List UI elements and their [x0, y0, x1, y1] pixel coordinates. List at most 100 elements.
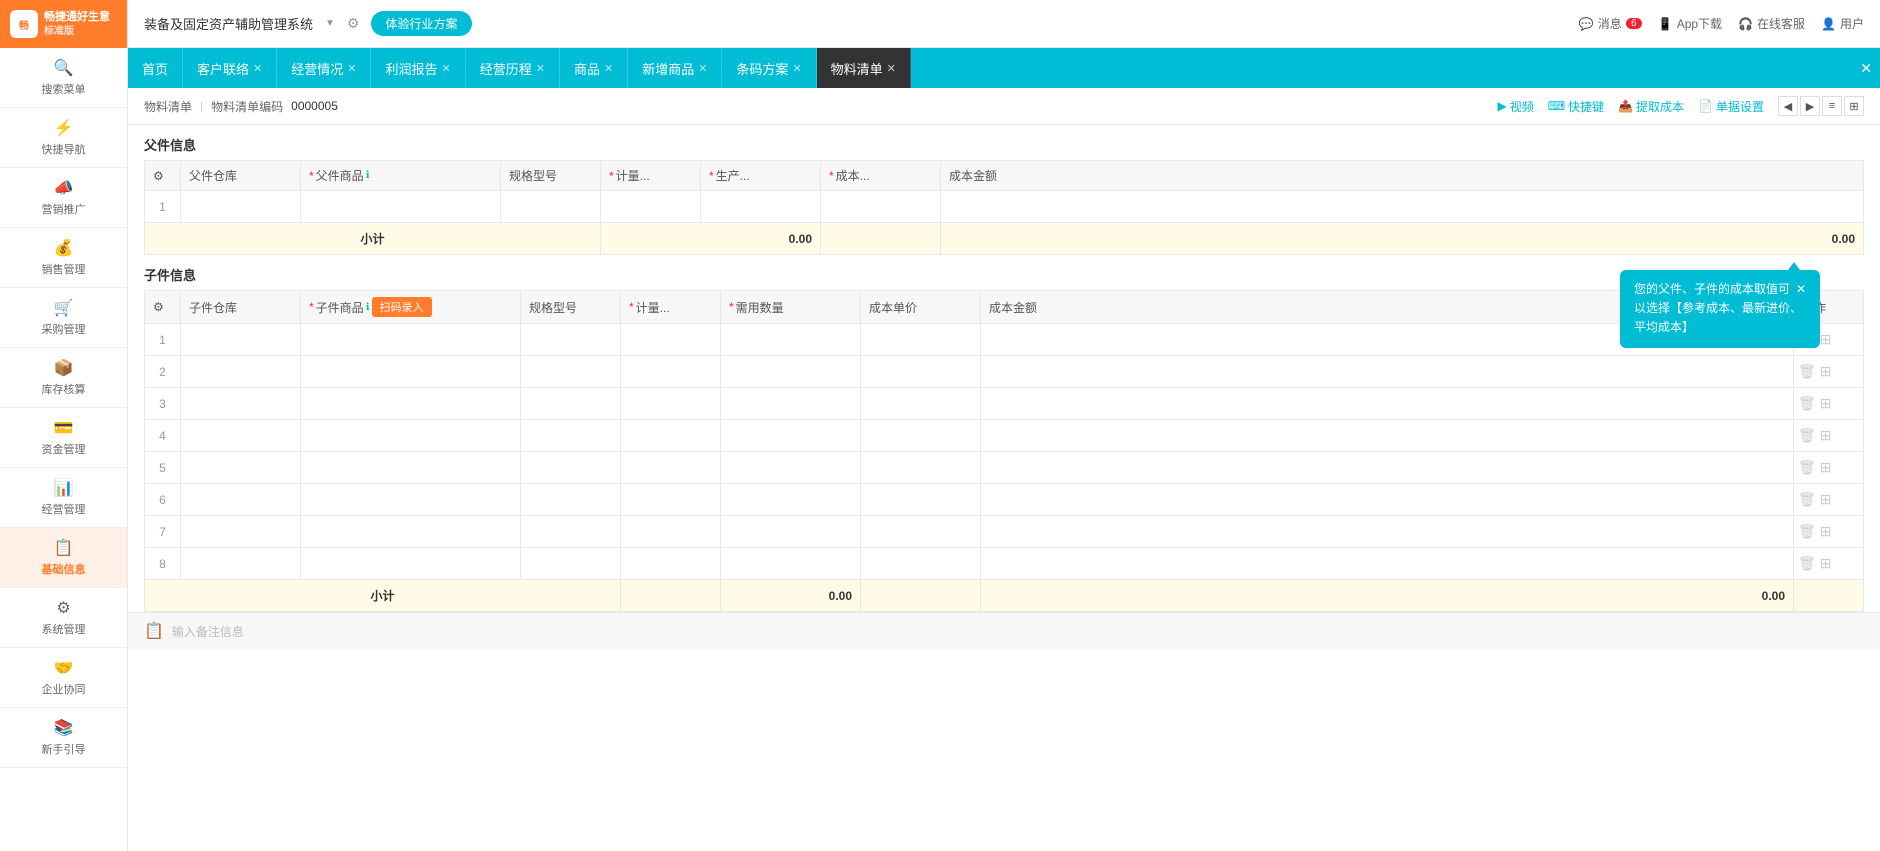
child-row-1-unit-cost[interactable]	[861, 324, 981, 356]
online-service-button[interactable]: 🎧 在线客服	[1738, 15, 1805, 32]
parent-row-1-goods[interactable]	[301, 191, 501, 223]
video-btn[interactable]: ▶ 视频	[1497, 98, 1533, 115]
parent-row-1-cost-amount[interactable]	[941, 191, 1864, 223]
delete-icon-row-4[interactable]: 🗑	[1798, 427, 1816, 444]
child-row-1-warehouse[interactable]	[181, 324, 301, 356]
shortcut-btn[interactable]: ⌨ 快捷键	[1548, 98, 1604, 115]
tab-operations[interactable]: 经营情况 ✕	[277, 48, 371, 88]
child-row-3-goods[interactable]	[301, 388, 521, 420]
child-row-2-unit[interactable]	[621, 356, 721, 388]
tooltip-close[interactable]: ✕	[1796, 280, 1806, 299]
parent-row-1-cost[interactable]	[821, 191, 941, 223]
note-placeholder[interactable]: 输入备注信息	[172, 623, 244, 640]
child-row-3-cost-amount[interactable]	[981, 388, 1794, 420]
sidebar-item-quick-nav[interactable]: ⚡ 快捷导航	[0, 108, 127, 168]
child-row-3-qty[interactable]	[721, 388, 861, 420]
app-download-button[interactable]: 📱 App下载	[1658, 15, 1722, 32]
delete-icon-row-2[interactable]: 🗑	[1798, 363, 1816, 380]
message-badge: 6	[1626, 18, 1642, 29]
extract-cost-btn[interactable]: 📤 提取成本	[1618, 98, 1684, 115]
tab-close-new-goods[interactable]: ✕	[698, 62, 707, 75]
single-settings-btn[interactable]: 📄 单据设置	[1698, 98, 1764, 115]
sidebar-item-operations-mgmt[interactable]: 📊 经营管理	[0, 468, 127, 528]
tab-profit[interactable]: 利润报告 ✕	[371, 48, 465, 88]
copy-icon-row-7[interactable]: ⊞	[1820, 523, 1832, 540]
sidebar-item-finance[interactable]: 💳 资金管理	[0, 408, 127, 468]
parent-row-1-unit[interactable]	[601, 191, 701, 223]
parent-goods-info-icon[interactable]: ℹ	[366, 170, 370, 181]
nav-menu[interactable]: ≡	[1822, 96, 1842, 116]
child-col-settings[interactable]: ⚙	[145, 291, 181, 324]
child-row-2-qty[interactable]	[721, 356, 861, 388]
sidebar-item-purchase[interactable]: 🛒 采购管理	[0, 288, 127, 348]
system-title: 装备及固定资产辅助管理系统	[144, 14, 313, 33]
sidebar-item-enterprise[interactable]: 🤝 企业协同	[0, 648, 127, 708]
tab-close-operations[interactable]: ✕	[347, 62, 356, 75]
copy-icon-row-4[interactable]: ⊞	[1820, 427, 1832, 444]
system-dropdown-arrow[interactable]: ▼	[325, 18, 335, 29]
sidebar-item-marketing[interactable]: 📣 营销推广	[0, 168, 127, 228]
sidebar-item-inventory[interactable]: 📦 库存核算	[0, 348, 127, 408]
copy-icon-row-1[interactable]: ⊞	[1820, 331, 1832, 348]
tab-history[interactable]: 经营历程 ✕	[466, 48, 560, 88]
sidebar-item-guide[interactable]: 📚 新手引导	[0, 708, 127, 768]
child-row-1-spec[interactable]	[521, 324, 621, 356]
sidebar-item-search[interactable]: 🔍 搜索菜单	[0, 48, 127, 108]
parent-col-spec: 规格型号	[501, 161, 601, 191]
child-row-2-spec[interactable]	[521, 356, 621, 388]
nav-expand[interactable]: ⊞	[1844, 96, 1864, 116]
delete-icon-row-8[interactable]: 🗑	[1798, 555, 1816, 572]
parent-row-1-warehouse[interactable]	[181, 191, 301, 223]
copy-icon-row-3[interactable]: ⊞	[1820, 395, 1832, 412]
parent-row-1-prod[interactable]	[701, 191, 821, 223]
child-row-3-spec[interactable]	[521, 388, 621, 420]
settings-icon[interactable]: ⚙	[347, 15, 360, 32]
child-row-2-unit-cost[interactable]	[861, 356, 981, 388]
tab-home[interactable]: 首页	[128, 48, 183, 88]
parent-row-1-spec[interactable]	[501, 191, 601, 223]
user-button[interactable]: 👤 用户	[1821, 15, 1864, 32]
delete-icon-row-3[interactable]: 🗑	[1798, 395, 1816, 412]
tab-close-history[interactable]: ✕	[536, 62, 545, 75]
copy-icon-row-2[interactable]: ⊞	[1820, 363, 1832, 380]
copy-icon-row-6[interactable]: ⊞	[1820, 491, 1832, 508]
nav-next[interactable]: ▶	[1800, 96, 1820, 116]
tab-close-all[interactable]: ✕	[1860, 60, 1880, 77]
delete-icon-row-6[interactable]: 🗑	[1798, 491, 1816, 508]
tab-close-customer[interactable]: ✕	[253, 62, 262, 75]
message-button[interactable]: 💬 消息 6	[1579, 15, 1642, 32]
tab-close-bom[interactable]: ✕	[887, 62, 896, 75]
scan-input-button[interactable]: 扫码录入	[372, 297, 432, 317]
extract-icon: 📤	[1618, 99, 1633, 113]
copy-icon-row-5[interactable]: ⊞	[1820, 459, 1832, 476]
delete-icon-row-5[interactable]: 🗑	[1798, 459, 1816, 476]
child-row-3-warehouse[interactable]	[181, 388, 301, 420]
try-button[interactable]: 体验行业方案	[371, 11, 471, 36]
child-row-1-unit[interactable]	[621, 324, 721, 356]
child-row-1-goods[interactable]	[301, 324, 521, 356]
child-row-3-unit-cost[interactable]	[861, 388, 981, 420]
tab-close-profit[interactable]: ✕	[442, 62, 451, 75]
child-row-2-goods[interactable]	[301, 356, 521, 388]
child-row-1-qty[interactable]	[721, 324, 861, 356]
child-row-6: 6 🗑 ⊞	[145, 484, 1864, 516]
parent-col-settings[interactable]: ⚙	[145, 161, 181, 191]
tab-customer[interactable]: 客户联络 ✕	[183, 48, 277, 88]
tab-new-goods[interactable]: 新增商品 ✕	[628, 48, 722, 88]
sidebar-item-system[interactable]: ⚙ 系统管理	[0, 588, 127, 648]
tab-bom[interactable]: 物料清单 ✕	[817, 48, 911, 88]
tab-close-goods[interactable]: ✕	[604, 62, 613, 75]
child-row-2-warehouse[interactable]	[181, 356, 301, 388]
child-row-2-cost-amount[interactable]	[981, 356, 1794, 388]
child-row-3-unit[interactable]	[621, 388, 721, 420]
tab-barcode[interactable]: 条码方案 ✕	[722, 48, 816, 88]
nav-prev[interactable]: ◀	[1778, 96, 1798, 116]
child-goods-info-icon[interactable]: ℹ	[366, 302, 370, 313]
tab-goods[interactable]: 商品 ✕	[560, 48, 628, 88]
copy-icon-row-8[interactable]: ⊞	[1820, 555, 1832, 572]
sidebar-item-sales[interactable]: 💰 销售管理	[0, 228, 127, 288]
delete-icon-row-7[interactable]: 🗑	[1798, 523, 1816, 540]
page-content: ✕ 您的父件、子件的成本取值可以选择【参考成本、最新进价、平均成本】 父件信息 …	[128, 125, 1880, 649]
tab-close-barcode[interactable]: ✕	[792, 62, 801, 75]
sidebar-item-basic-info[interactable]: 📋 基础信息	[0, 528, 127, 588]
